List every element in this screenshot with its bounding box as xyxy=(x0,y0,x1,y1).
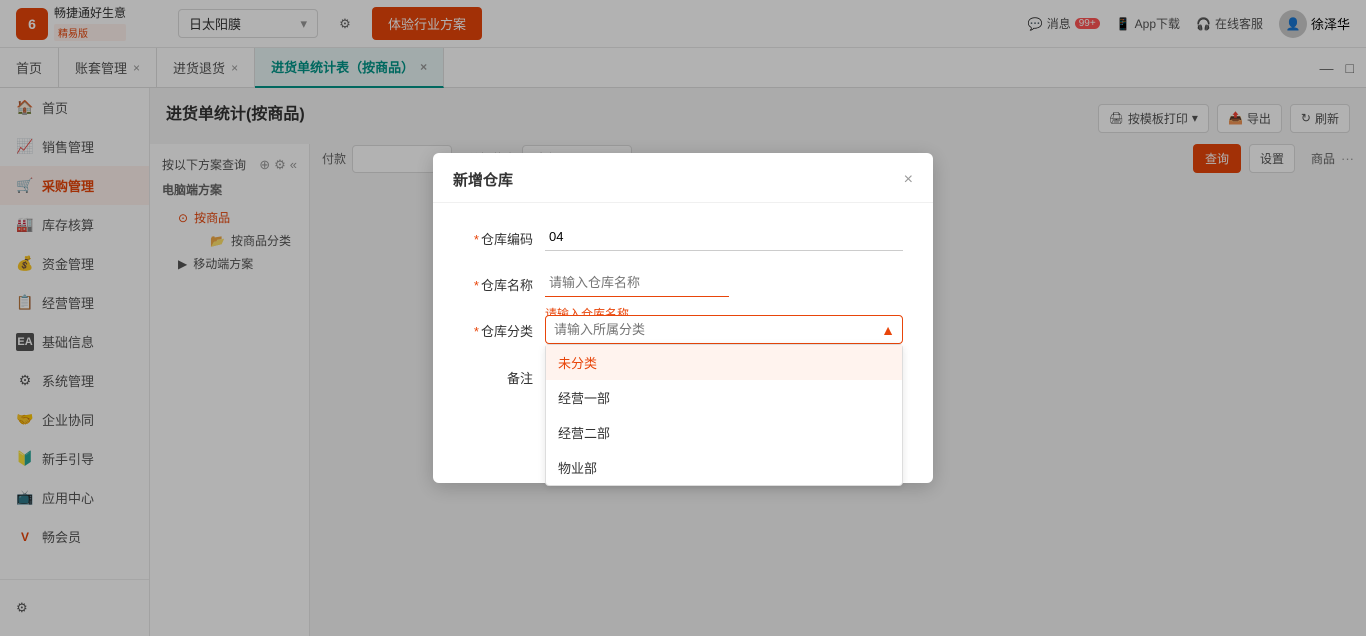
warehouse-code-row: 仓库编码 xyxy=(463,223,903,251)
warehouse-category-label: 仓库分类 xyxy=(463,315,533,340)
category-select-wrapper: ▲ 未分类 经营一部 经营二部 物业部 xyxy=(545,315,903,344)
warehouse-code-input[interactable] xyxy=(545,223,903,251)
dropdown-option-dept3[interactable]: 物业部 xyxy=(546,450,902,485)
warehouse-name-label: 仓库名称 xyxy=(463,269,533,294)
new-warehouse-dialog: 新增仓库 × 仓库编码 仓库名称 请输入仓库名称 仓库分类 ▲ 未分类 xyxy=(433,153,933,483)
dialog-title: 新增仓库 xyxy=(453,169,513,190)
category-dropdown: 未分类 经营一部 经营二部 物业部 xyxy=(545,344,903,486)
warehouse-category-row: 仓库分类 ▲ 未分类 经营一部 经营二部 物业部 xyxy=(463,315,903,344)
dialog-body: 仓库编码 仓库名称 请输入仓库名称 仓库分类 ▲ 未分类 经营一部 经营二部 xyxy=(433,203,933,428)
dropdown-option-uncategorized[interactable]: 未分类 xyxy=(546,345,902,380)
dropdown-option-dept2[interactable]: 经营二部 xyxy=(546,415,902,450)
warehouse-name-row: 仓库名称 请输入仓库名称 xyxy=(463,269,903,297)
warehouse-code-label: 仓库编码 xyxy=(463,223,533,248)
remark-label: 备注 xyxy=(463,362,533,387)
warehouse-category-input[interactable] xyxy=(545,315,903,344)
dialog-close-button[interactable]: × xyxy=(904,171,913,189)
dropdown-option-dept1[interactable]: 经营一部 xyxy=(546,380,902,415)
dialog-header: 新增仓库 × xyxy=(433,153,933,203)
warehouse-name-input[interactable] xyxy=(545,269,729,297)
